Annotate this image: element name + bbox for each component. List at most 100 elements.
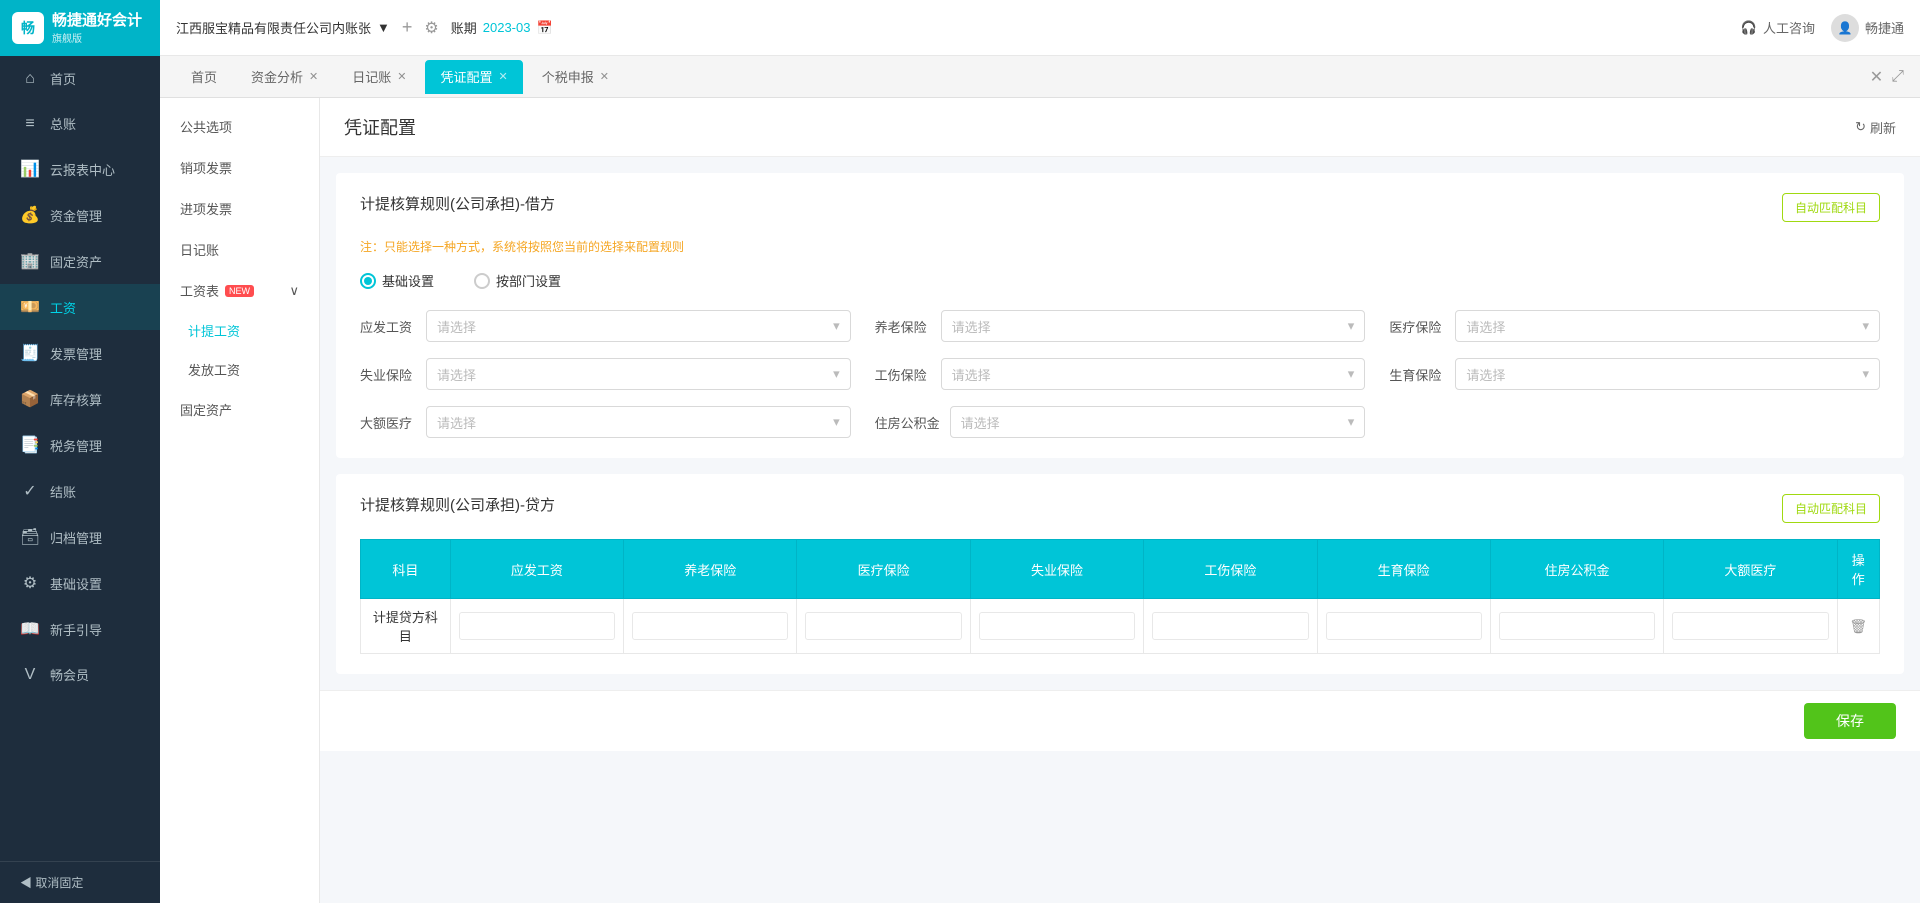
- pension-input[interactable]: [632, 612, 788, 640]
- row-medical-cell[interactable]: [797, 599, 970, 654]
- debit-section-header: 计提核算规则(公司承担)-借方 自动匹配科目: [360, 193, 1880, 222]
- housing-fund-select[interactable]: 请选择 ▾: [950, 406, 1366, 438]
- user-menu[interactable]: 👤 畅捷通: [1831, 14, 1904, 42]
- expand-icon[interactable]: ⤢: [1891, 68, 1904, 86]
- guide-icon: 📖: [20, 619, 40, 639]
- left-nav-fixed-assets[interactable]: 固定资产: [160, 389, 319, 430]
- large-medical-select-arrow: ▾: [833, 414, 840, 430]
- large-medical-select[interactable]: 请选择 ▾: [426, 406, 851, 438]
- left-nav-public-label: 公共选项: [180, 117, 232, 136]
- sidebar-item-salary[interactable]: 💴 工资: [0, 284, 160, 330]
- logo-icon: 畅: [12, 12, 44, 44]
- settings-gear-icon[interactable]: ⚙: [424, 18, 438, 38]
- unpin-button[interactable]: ◀ 取消固定: [0, 861, 160, 903]
- field-unemployment: 失业保险 请选择 ▾: [360, 358, 851, 390]
- row-unemployment-cell[interactable]: [970, 599, 1143, 654]
- pension-select[interactable]: 请选择 ▾: [941, 310, 1366, 342]
- maternity-label: 生育保险: [1389, 365, 1445, 384]
- injury-input[interactable]: [1152, 612, 1308, 640]
- injury-select[interactable]: 请选择 ▾: [941, 358, 1366, 390]
- sidebar-item-checkout[interactable]: ✓ 结账: [0, 468, 160, 514]
- left-nav-purchase[interactable]: 进项发票: [160, 188, 319, 229]
- row-injury-cell[interactable]: [1144, 599, 1317, 654]
- refresh-button[interactable]: ↻ 刷新: [1855, 118, 1896, 137]
- company-selector[interactable]: 江西服宝精品有限责任公司内账张 ▼: [176, 18, 390, 37]
- sidebar: 畅 畅捷通好会计 旗舰版 ⌂ 首页 ≡ 总账 📊 云报表中心 💰 资金管理 🏢 …: [0, 0, 160, 903]
- sidebar-item-vip[interactable]: V 畅会员: [0, 652, 160, 697]
- page-title: 凭证配置: [344, 114, 416, 140]
- sidebar-nav: ⌂ 首页 ≡ 总账 📊 云报表中心 💰 资金管理 🏢 固定资产 💴 工资 🧾 发…: [0, 56, 160, 861]
- headset-icon: 🎧: [1741, 20, 1757, 36]
- left-nav-salary-table[interactable]: 工资表 NEW ∨: [160, 270, 319, 311]
- sidebar-item-label: 发票管理: [50, 344, 102, 363]
- left-nav-advance-salary[interactable]: 计提工资: [160, 311, 319, 350]
- left-nav-public[interactable]: 公共选项: [160, 106, 319, 147]
- left-nav-sales[interactable]: 销项发票: [160, 147, 319, 188]
- sidebar-item-guide[interactable]: 📖 新手引导: [0, 606, 160, 652]
- medical-select[interactable]: 请选择 ▾: [1455, 310, 1880, 342]
- close-all-icon[interactable]: ✕: [1870, 67, 1883, 87]
- tab-journal[interactable]: 日记账 ✕: [337, 60, 421, 94]
- row-maternity-cell[interactable]: [1317, 599, 1490, 654]
- maternity-select[interactable]: 请选择 ▾: [1455, 358, 1880, 390]
- radio-dept-circle: [474, 273, 490, 289]
- radio-dept-label: 按部门设置: [496, 271, 561, 290]
- row-salary-cell[interactable]: [450, 599, 623, 654]
- delete-icon[interactable]: 🗑: [1849, 618, 1867, 634]
- credit-section: 计提核算规则(公司承担)-贷方 自动匹配科目 科目 应发工资 养老保险 医疗保险…: [336, 474, 1904, 674]
- medical-input[interactable]: [805, 612, 961, 640]
- sidebar-item-label: 结账: [50, 482, 76, 501]
- debit-auto-match-button[interactable]: 自动匹配科目: [1782, 193, 1880, 222]
- sidebar-item-invoice[interactable]: 🧾 发票管理: [0, 330, 160, 376]
- maternity-input[interactable]: [1326, 612, 1482, 640]
- tab-funds[interactable]: 资金分析 ✕: [236, 60, 333, 94]
- tab-tax-close[interactable]: ✕: [600, 70, 609, 83]
- tab-tax[interactable]: 个税申报 ✕: [527, 60, 624, 94]
- tab-voucher[interactable]: 凭证配置 ✕: [425, 60, 522, 94]
- radio-dept[interactable]: 按部门设置: [474, 271, 561, 290]
- salary-input[interactable]: [459, 612, 615, 640]
- sidebar-item-inventory[interactable]: 📦 库存核算: [0, 376, 160, 422]
- tab-funds-label: 资金分析: [251, 67, 303, 86]
- tab-funds-close[interactable]: ✕: [309, 70, 318, 83]
- col-action: 操作: [1837, 540, 1879, 599]
- salary-select-placeholder: 请选择: [437, 317, 476, 336]
- sidebar-item-reports[interactable]: 📊 云报表中心: [0, 146, 160, 192]
- row-subject-name: 计提贷方科目: [361, 599, 451, 654]
- large-medical-input[interactable]: [1672, 612, 1828, 640]
- refresh-icon: ↻: [1855, 119, 1866, 135]
- reports-icon: 📊: [20, 159, 40, 179]
- sidebar-item-label: 云报表中心: [50, 160, 115, 179]
- save-button[interactable]: 保存: [1804, 703, 1896, 739]
- service-button[interactable]: 🎧 人工咨询: [1741, 18, 1815, 37]
- sidebar-item-ledger[interactable]: ≡ 总账: [0, 101, 160, 146]
- housing-fund-select-arrow: ▾: [1348, 414, 1355, 430]
- tab-voucher-close[interactable]: ✕: [499, 70, 508, 83]
- credit-table: 科目 应发工资 养老保险 医疗保险 失业保险 工伤保险 生育保险 住房公积金 大…: [360, 539, 1880, 654]
- sidebar-item-settings[interactable]: ⚙ 基础设置: [0, 560, 160, 606]
- housing-fund-select-placeholder: 请选择: [961, 413, 1000, 432]
- sidebar-item-archive[interactable]: 🗃 归档管理: [0, 514, 160, 560]
- housing-input[interactable]: [1499, 612, 1655, 640]
- left-nav-journal[interactable]: 日记账: [160, 229, 319, 270]
- tab-home[interactable]: 首页: [176, 60, 232, 94]
- salary-select[interactable]: 请选择 ▾: [426, 310, 851, 342]
- unemployment-input[interactable]: [979, 612, 1135, 640]
- period-selector[interactable]: 账期 2023-03 📅: [451, 18, 553, 37]
- row-large-medical-cell[interactable]: [1664, 599, 1837, 654]
- tab-journal-close[interactable]: ✕: [397, 70, 406, 83]
- sidebar-item-funds[interactable]: 💰 资金管理: [0, 192, 160, 238]
- add-account-icon[interactable]: +: [402, 17, 413, 38]
- radio-basic[interactable]: 基础设置: [360, 271, 434, 290]
- sidebar-item-home[interactable]: ⌂ 首页: [0, 56, 160, 101]
- row-housing-cell[interactable]: [1490, 599, 1663, 654]
- credit-auto-match-button[interactable]: 自动匹配科目: [1782, 494, 1880, 523]
- row-pension-cell[interactable]: [624, 599, 797, 654]
- left-nav-pay-salary[interactable]: 发放工资: [160, 350, 319, 389]
- maternity-select-placeholder: 请选择: [1466, 365, 1505, 384]
- sidebar-item-tax[interactable]: 📑 税务管理: [0, 422, 160, 468]
- unemployment-select-arrow: ▾: [833, 366, 840, 382]
- tab-journal-label: 日记账: [352, 67, 391, 86]
- sidebar-item-assets[interactable]: 🏢 固定资产: [0, 238, 160, 284]
- unemployment-select[interactable]: 请选择 ▾: [426, 358, 851, 390]
